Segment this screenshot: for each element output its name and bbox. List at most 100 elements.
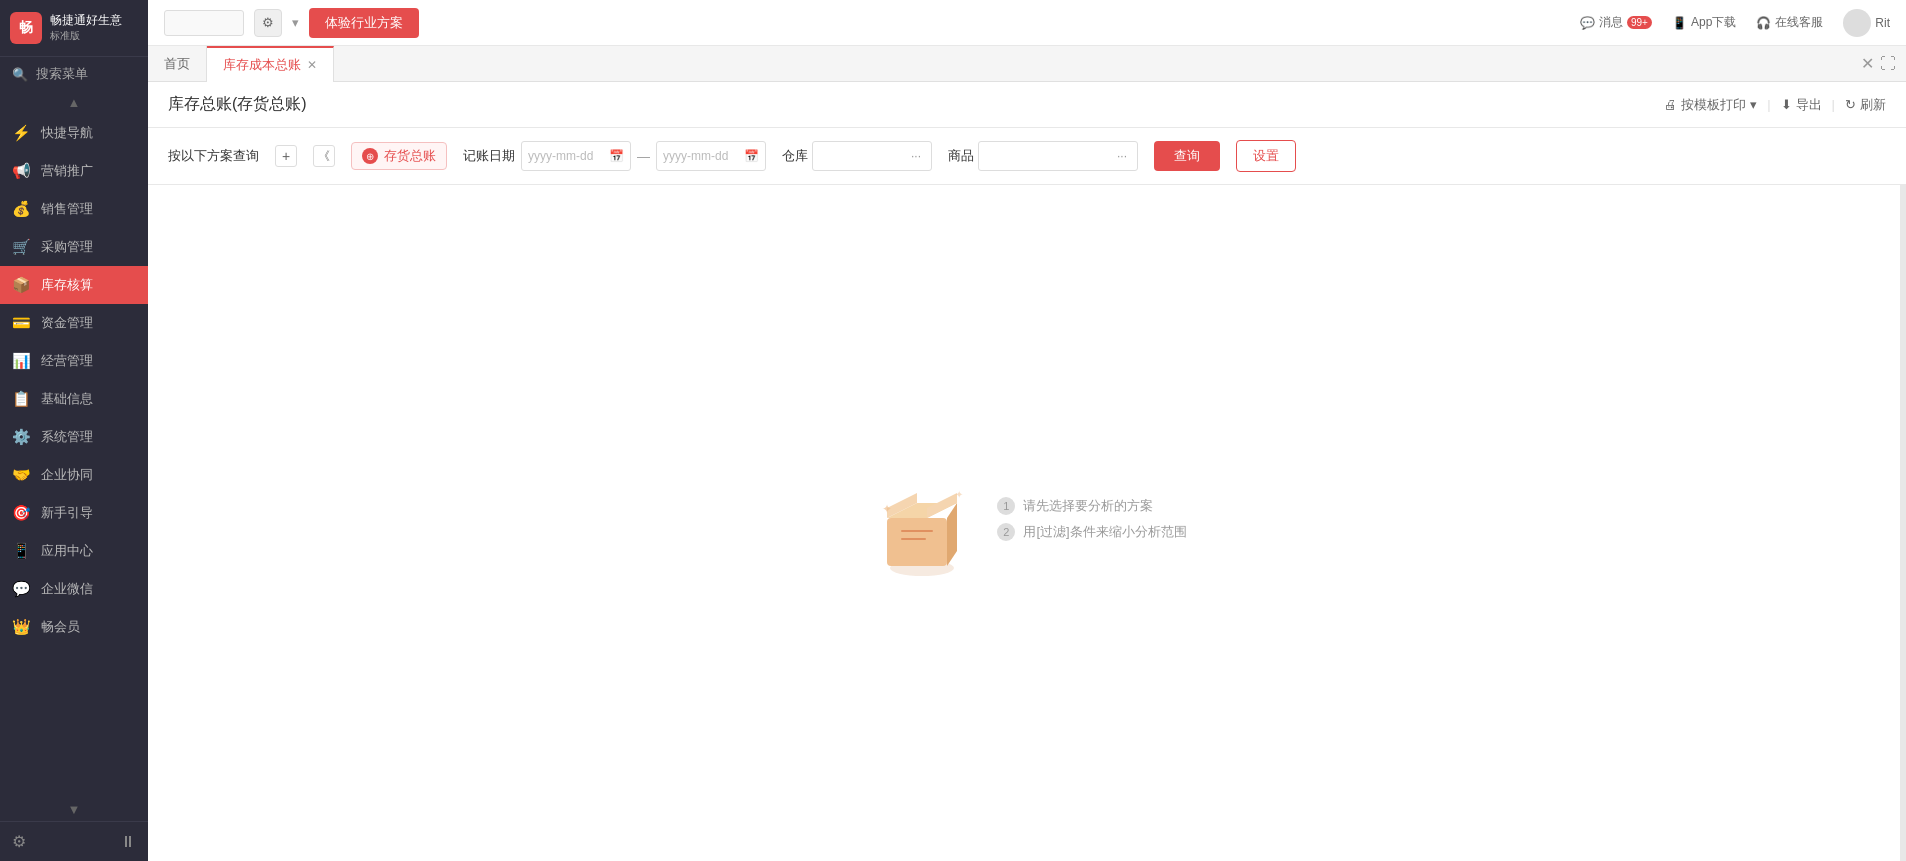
tip-num-2: 2 bbox=[997, 523, 1015, 541]
settings-icon[interactable]: ⚙ bbox=[12, 832, 26, 851]
purchase-icon: 🛒 bbox=[12, 238, 31, 256]
svg-rect-1 bbox=[887, 518, 947, 566]
page-actions: 🖨 按模板打印 ▾ | ⬇ 导出 | ↻ 刷新 bbox=[1664, 96, 1886, 114]
page-container: 库存总账(存货总账) 🖨 按模板打印 ▾ | ⬇ 导出 | ↻ 刷新 bbox=[148, 82, 1906, 861]
sidebar-bottom: ⚙ ⏸ bbox=[0, 821, 148, 861]
refresh-btn[interactable]: ↻ 刷新 bbox=[1845, 96, 1886, 114]
scheme-icon: ⊕ bbox=[362, 148, 378, 164]
sidebar-item-app-center[interactable]: 📱 应用中心 bbox=[0, 532, 148, 570]
scroll-down-btn[interactable]: ▼ bbox=[0, 798, 148, 821]
sidebar-item-marketing[interactable]: 📢 营销推广 bbox=[0, 152, 148, 190]
app-name: 畅捷通好生意 bbox=[50, 13, 122, 29]
expand-view-btn[interactable]: ⛶ bbox=[1880, 55, 1896, 73]
refresh-icon: ↻ bbox=[1845, 97, 1856, 112]
date-start-input[interactable]: yyyy-mm-dd 📅 bbox=[521, 141, 631, 171]
printer-icon: 🖨 bbox=[1664, 97, 1677, 112]
date-label: 记账日期 bbox=[463, 147, 515, 165]
scroll-up-btn[interactable]: ▲ bbox=[0, 91, 148, 114]
header-settings-btn[interactable]: ⚙ bbox=[254, 9, 282, 37]
print-btn[interactable]: 🖨 按模板打印 ▾ bbox=[1664, 96, 1757, 114]
finance-icon: 💳 bbox=[12, 314, 31, 332]
warehouse-filter: 仓库 ··· bbox=[782, 141, 932, 171]
divider: | bbox=[1767, 97, 1770, 112]
warehouse-label: 仓库 bbox=[782, 147, 808, 165]
sidebar-item-inventory[interactable]: 📦 库存核算 bbox=[0, 266, 148, 304]
warehouse-input[interactable]: ··· bbox=[812, 141, 932, 171]
sidebar-item-cooperation[interactable]: 🤝 企业协同 bbox=[0, 456, 148, 494]
close-all-tabs-btn[interactable]: ✕ bbox=[1861, 54, 1874, 73]
sidebar-item-basic-info[interactable]: 📋 基础信息 bbox=[0, 380, 148, 418]
sidebar-item-sales[interactable]: 💰 销售管理 bbox=[0, 190, 148, 228]
date-separator: — bbox=[637, 149, 650, 164]
search-icon: 🔍 bbox=[12, 67, 28, 82]
main-area: ⚙ ▾ 体验行业方案 💬 消息 99+ 📱 App下载 🎧 在线客服 Rit bbox=[148, 0, 1906, 861]
member-icon: 👑 bbox=[12, 618, 31, 636]
page-header: 库存总账(存货总账) 🖨 按模板打印 ▾ | ⬇ 导出 | ↻ 刷新 bbox=[148, 82, 1906, 128]
breadcrumb-input[interactable] bbox=[164, 10, 244, 36]
page-title: 库存总账(存货总账) bbox=[168, 94, 307, 115]
empty-svg: ✦ ✦ bbox=[867, 473, 977, 583]
divider2: | bbox=[1832, 97, 1835, 112]
sidebar-item-guide[interactable]: 🎯 新手引导 bbox=[0, 494, 148, 532]
settings-panel-btn[interactable]: 设置 bbox=[1236, 140, 1296, 172]
right-panel-handle[interactable] bbox=[1900, 185, 1906, 861]
sidebar: 畅 畅捷通好生意 标准版 🔍 搜索菜单 ▲ ⚡ 快捷导航 📢 营销推广 💰 销售… bbox=[0, 0, 148, 861]
tab-home[interactable]: 首页 bbox=[148, 46, 207, 82]
quick-nav-icon: ⚡ bbox=[12, 124, 31, 142]
product-more-icon[interactable]: ··· bbox=[1113, 149, 1131, 163]
cooperation-icon: 🤝 bbox=[12, 466, 31, 484]
content-area: ✦ ✦ 1 请先选择要分析的方案 2 用[过滤]条件来缩小分析范围 bbox=[148, 185, 1906, 861]
product-filter: 商品 ··· bbox=[948, 141, 1138, 171]
sidebar-item-member[interactable]: 👑 畅会员 bbox=[0, 608, 148, 646]
operation-icon: 📊 bbox=[12, 352, 31, 370]
calendar-icon: 📅 bbox=[609, 149, 624, 163]
marketing-icon: 📢 bbox=[12, 162, 31, 180]
inventory-icon: 📦 bbox=[12, 276, 31, 294]
online-support-action[interactable]: 🎧 在线客服 bbox=[1756, 14, 1823, 31]
chevron-down-icon: ▼ bbox=[68, 802, 81, 817]
search-btn[interactable]: 查询 bbox=[1154, 141, 1220, 171]
empty-state: ✦ ✦ 1 请先选择要分析的方案 2 用[过滤]条件来缩小分析范围 bbox=[867, 473, 1186, 573]
tab-inventory-cost[interactable]: 库存成本总账 ✕ bbox=[207, 46, 334, 82]
warehouse-more-icon[interactable]: ··· bbox=[907, 149, 925, 163]
message-badge: 99+ bbox=[1627, 16, 1652, 29]
sidebar-item-purchase[interactable]: 🛒 采购管理 bbox=[0, 228, 148, 266]
guide-icon: 🎯 bbox=[12, 504, 31, 522]
app-logo: 畅 畅捷通好生意 标准版 bbox=[0, 0, 148, 57]
search-menu[interactable]: 🔍 搜索菜单 bbox=[0, 57, 148, 91]
filter-label: 按以下方案查询 bbox=[168, 147, 259, 165]
tip-num-1: 1 bbox=[997, 497, 1015, 515]
calendar-icon-2: 📅 bbox=[744, 149, 759, 163]
product-input[interactable]: ··· bbox=[978, 141, 1138, 171]
filter-add-btn[interactable]: + bbox=[275, 145, 297, 167]
user-profile[interactable]: Rit bbox=[1843, 9, 1890, 37]
app-download-action[interactable]: 📱 App下载 bbox=[1672, 14, 1736, 31]
filter-collapse-btn[interactable]: 《 bbox=[313, 145, 335, 167]
app-version: 标准版 bbox=[50, 29, 122, 43]
filter-scheme[interactable]: ⊕ 存货总账 bbox=[351, 142, 447, 170]
message-action[interactable]: 💬 消息 99+ bbox=[1580, 14, 1652, 31]
sidebar-item-operation[interactable]: 📊 经营管理 bbox=[0, 342, 148, 380]
industry-btn[interactable]: 体验行业方案 bbox=[309, 8, 419, 38]
system-icon: ⚙️ bbox=[12, 428, 31, 446]
sidebar-item-wechat[interactable]: 💬 企业微信 bbox=[0, 570, 148, 608]
svg-marker-3 bbox=[947, 503, 957, 566]
empty-tips: 1 请先选择要分析的方案 2 用[过滤]条件来缩小分析范围 bbox=[997, 497, 1186, 549]
empty-tip-1: 1 请先选择要分析的方案 bbox=[997, 497, 1186, 515]
collapse-icon[interactable]: ⏸ bbox=[120, 833, 136, 851]
sidebar-nav: ⚡ 快捷导航 📢 营销推广 💰 销售管理 🛒 采购管理 📦 库存核算 💳 资金管… bbox=[0, 114, 148, 798]
export-btn[interactable]: ⬇ 导出 bbox=[1781, 96, 1822, 114]
top-header: ⚙ ▾ 体验行业方案 💬 消息 99+ 📱 App下载 🎧 在线客服 Rit bbox=[148, 0, 1906, 46]
svg-text:✦: ✦ bbox=[955, 489, 963, 500]
header-left: ⚙ ▾ 体验行业方案 bbox=[164, 8, 419, 38]
tab-close-btn[interactable]: ✕ bbox=[307, 58, 317, 72]
sales-icon: 💰 bbox=[12, 200, 31, 218]
empty-tip-2: 2 用[过滤]条件来缩小分析范围 bbox=[997, 523, 1186, 541]
sidebar-item-quick-nav[interactable]: ⚡ 快捷导航 bbox=[0, 114, 148, 152]
chevron-down-icon[interactable]: ▾ bbox=[292, 15, 299, 30]
header-right: 💬 消息 99+ 📱 App下载 🎧 在线客服 Rit bbox=[1580, 9, 1890, 37]
sidebar-item-finance[interactable]: 💳 资金管理 bbox=[0, 304, 148, 342]
sidebar-item-system[interactable]: ⚙️ 系统管理 bbox=[0, 418, 148, 456]
date-end-input[interactable]: yyyy-mm-dd 📅 bbox=[656, 141, 766, 171]
message-icon: 💬 bbox=[1580, 16, 1595, 30]
